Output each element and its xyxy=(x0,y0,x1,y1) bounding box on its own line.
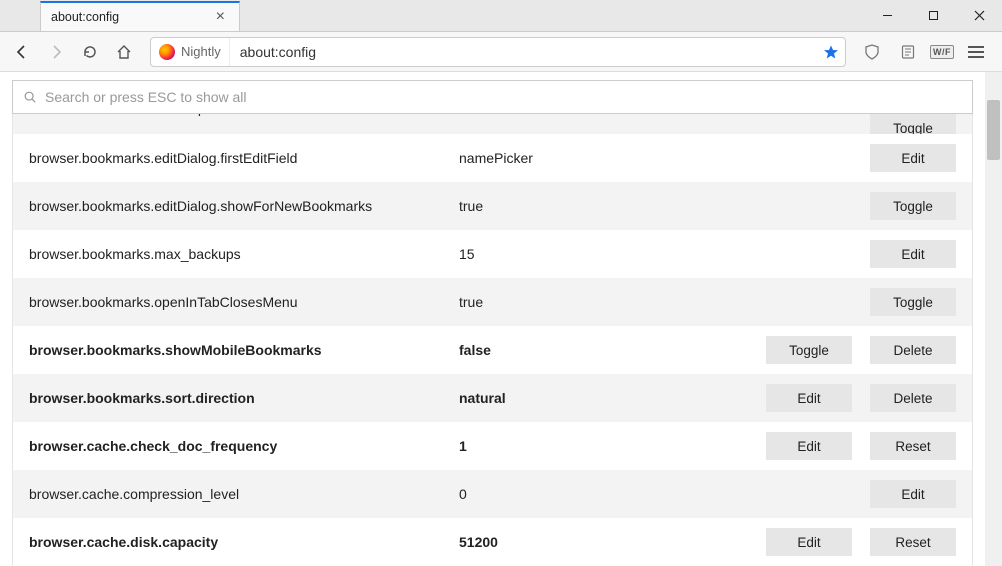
extension-badge[interactable]: W/F xyxy=(930,45,954,59)
edit-button[interactable]: Edit xyxy=(870,144,956,172)
delete-button[interactable]: Delete xyxy=(870,384,956,412)
brand-label: Nightly xyxy=(181,44,221,59)
pref-row[interactable]: browser.cache.check_doc_frequency1Edit Re… xyxy=(13,422,972,470)
pref-name: browser.bookmarks.openInTabClosesMenu xyxy=(29,294,459,310)
shield-icon[interactable] xyxy=(858,38,886,66)
delete-button[interactable]: Delete xyxy=(870,336,956,364)
pref-actions: Toggle Delete xyxy=(766,336,956,364)
search-icon xyxy=(23,90,37,104)
minimize-button[interactable] xyxy=(864,0,910,30)
pref-value: true xyxy=(459,198,870,214)
vertical-scrollbar[interactable] xyxy=(985,72,1002,566)
pref-name: browser.bookmarks.autoExportHTML xyxy=(29,114,459,116)
bookmark-star-icon[interactable] xyxy=(817,38,845,66)
pref-value: false xyxy=(459,342,766,358)
pref-actions: Edit Reset xyxy=(766,528,956,556)
pref-actions: Edit xyxy=(870,480,956,508)
pref-name: browser.cache.check_doc_frequency xyxy=(29,438,459,454)
back-button[interactable] xyxy=(8,38,36,66)
pref-value: namePicker xyxy=(459,150,870,166)
pref-name: browser.bookmarks.max_backups xyxy=(29,246,459,262)
pref-actions: Edit xyxy=(870,240,956,268)
edit-button[interactable]: Edit xyxy=(870,480,956,508)
toggle-button[interactable]: Toggle xyxy=(766,336,852,364)
pref-actions: Edit xyxy=(870,144,956,172)
pref-value: false xyxy=(459,114,870,116)
pref-value: 1 xyxy=(459,438,766,454)
pref-actions: Toggle xyxy=(870,192,956,220)
close-tab-icon[interactable]: × xyxy=(212,8,229,26)
pref-value: true xyxy=(459,294,870,310)
edit-button[interactable]: Edit xyxy=(870,240,956,268)
pref-name: browser.bookmarks.sort.direction xyxy=(29,390,459,406)
pref-name: browser.bookmarks.editDialog.firstEditFi… xyxy=(29,150,459,166)
pref-name: browser.cache.compression_level xyxy=(29,486,459,502)
pref-name: browser.bookmarks.editDialog.showForNewB… xyxy=(29,198,459,214)
edit-button[interactable]: Edit xyxy=(766,528,852,556)
pref-name: browser.bookmarks.showMobileBookmarks xyxy=(29,342,459,358)
search-box[interactable] xyxy=(12,80,973,114)
pref-value: natural xyxy=(459,390,766,406)
firefox-icon xyxy=(159,44,175,60)
pref-row[interactable]: browser.bookmarks.editDialog.firstEditFi… xyxy=(13,134,972,182)
preference-list: browser.bookmarks.autoExportHTMLfalseTog… xyxy=(12,114,973,566)
pref-row[interactable]: browser.bookmarks.max_backups15Edit xyxy=(13,230,972,278)
pref-row[interactable]: browser.bookmarks.openInTabClosesMenutru… xyxy=(13,278,972,326)
about-config-content: browser.bookmarks.autoExportHTMLfalseTog… xyxy=(0,72,985,566)
close-window-button[interactable] xyxy=(956,0,1002,30)
pref-actions: Edit Reset xyxy=(766,432,956,460)
pref-name: browser.cache.disk.capacity xyxy=(29,534,459,550)
browser-tab[interactable]: about:config × xyxy=(40,1,240,31)
pref-row[interactable]: browser.bookmarks.autoExportHTMLfalseTog… xyxy=(13,114,972,134)
pref-row[interactable]: browser.cache.compression_level0Edit xyxy=(13,470,972,518)
pref-actions: Toggle xyxy=(870,288,956,316)
pref-value: 15 xyxy=(459,246,870,262)
scrollbar-thumb[interactable] xyxy=(987,100,1000,160)
url-text[interactable]: about:config xyxy=(230,44,817,60)
reload-button[interactable] xyxy=(76,38,104,66)
url-bar[interactable]: Nightly about:config xyxy=(150,37,846,67)
forward-button[interactable] xyxy=(42,38,70,66)
reset-button[interactable]: Reset xyxy=(870,528,956,556)
pref-row[interactable]: browser.bookmarks.editDialog.showForNewB… xyxy=(13,182,972,230)
pref-actions: Edit Delete xyxy=(766,384,956,412)
maximize-button[interactable] xyxy=(910,0,956,30)
pref-value: 51200 xyxy=(459,534,766,550)
pref-row[interactable]: browser.bookmarks.sort.directionnaturalE… xyxy=(13,374,972,422)
pref-row[interactable]: browser.cache.disk.capacity51200Edit Rese… xyxy=(13,518,972,566)
toggle-button[interactable]: Toggle xyxy=(870,114,956,134)
reader-icon[interactable] xyxy=(894,38,922,66)
edit-button[interactable]: Edit xyxy=(766,384,852,412)
toggle-button[interactable]: Toggle xyxy=(870,192,956,220)
window-titlebar: about:config × xyxy=(0,0,1002,32)
menu-button[interactable] xyxy=(962,38,990,66)
search-input[interactable] xyxy=(45,89,962,105)
reset-button[interactable]: Reset xyxy=(870,432,956,460)
home-button[interactable] xyxy=(110,38,138,66)
toggle-button[interactable]: Toggle xyxy=(870,288,956,316)
toolbar-right-icons: W/F xyxy=(858,38,994,66)
edit-button[interactable]: Edit xyxy=(766,432,852,460)
window-controls xyxy=(864,0,1002,30)
pref-value: 0 xyxy=(459,486,870,502)
pref-actions: Toggle xyxy=(870,114,956,134)
navigation-toolbar: Nightly about:config W/F xyxy=(0,32,1002,72)
site-identity[interactable]: Nightly xyxy=(151,38,230,66)
tab-title: about:config xyxy=(51,10,119,24)
pref-row[interactable]: browser.bookmarks.showMobileBookmarksfal… xyxy=(13,326,972,374)
